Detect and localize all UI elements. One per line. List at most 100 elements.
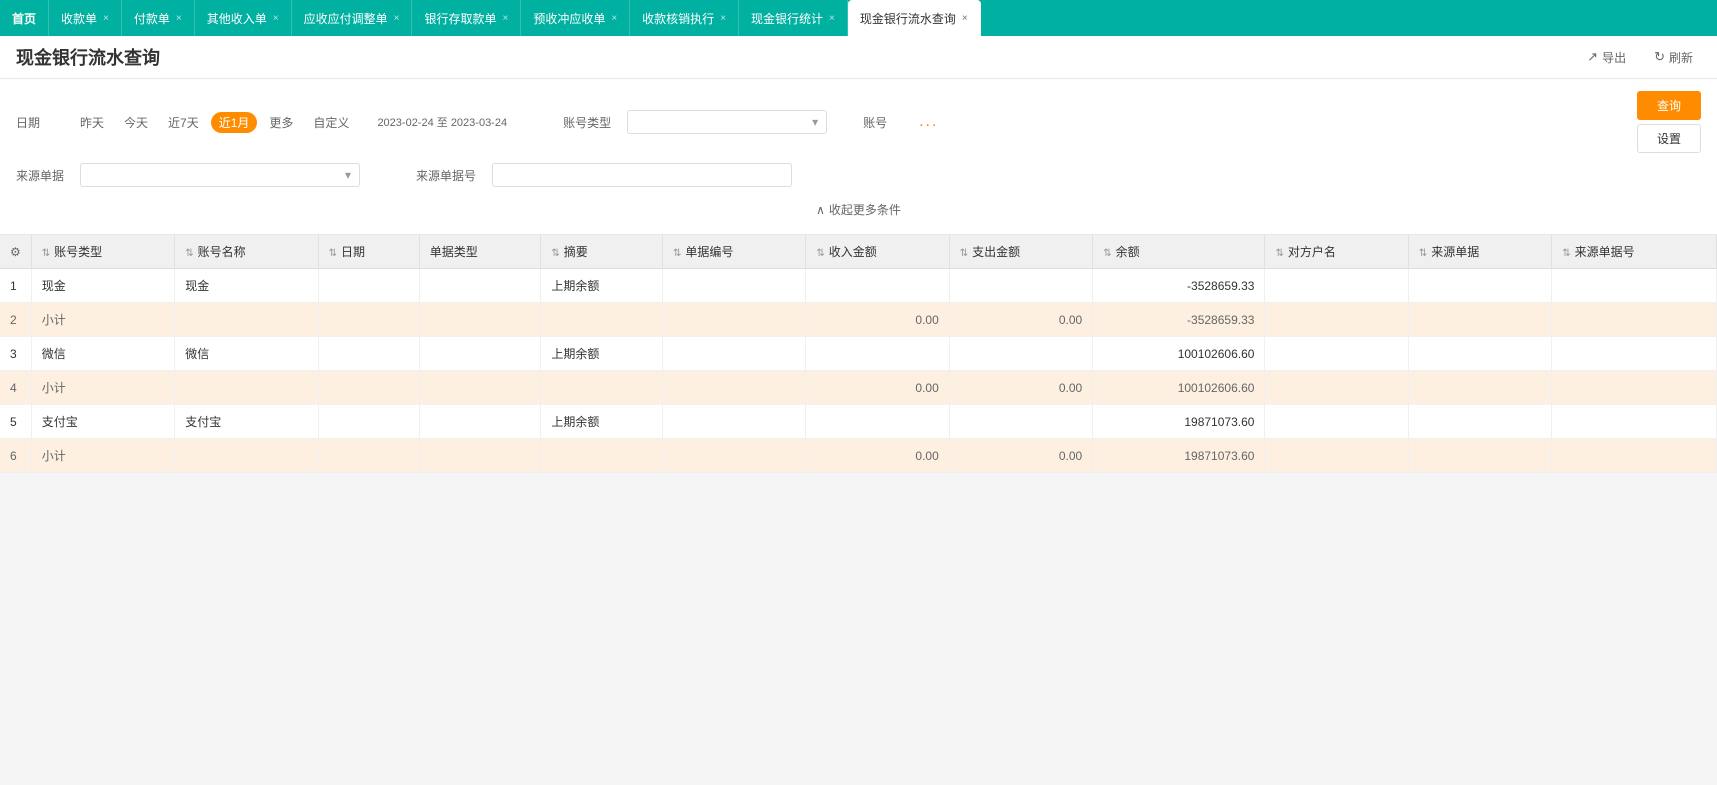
- page-title: 现金银行流水查询: [16, 44, 160, 70]
- cell-doc-no: [662, 405, 805, 439]
- nav-tab-ar-ap-adjust-close[interactable]: ×: [394, 13, 400, 24]
- source-doc-no-label: 来源单据号: [416, 167, 476, 184]
- table-row: 2小计0.000.00-3528659.33: [0, 303, 1717, 337]
- cell-account-type: 微信: [31, 337, 174, 371]
- data-table: ⚙ ⇅账号类型 ⇅账号名称 ⇅日期 单据类型 ⇅摘要 ⇅单据编号: [0, 235, 1717, 473]
- header-actions: ↗ 导出 ↻ 刷新: [1579, 45, 1701, 70]
- nav-tab-ar-ap-adjust[interactable]: 应收应付调整单 ×: [292, 0, 413, 36]
- cell-income: 0.00: [806, 303, 949, 337]
- cell-account-type: 现金: [31, 269, 174, 303]
- cell-balance: -3528659.33: [1093, 269, 1265, 303]
- th-counterparty[interactable]: ⇅对方户名: [1265, 235, 1408, 269]
- cell-source-doc-no: [1552, 337, 1717, 371]
- cell-expense: [949, 337, 1092, 371]
- th-account-name[interactable]: ⇅账号名称: [175, 235, 318, 269]
- nav-tab-cash-flow-label: 现金银行流水查询: [860, 10, 956, 27]
- date-btn-1month[interactable]: 近1月: [211, 112, 258, 133]
- nav-tab-receipt-close[interactable]: ×: [103, 13, 109, 24]
- collapse-bar[interactable]: ∧ 收起更多条件: [16, 197, 1701, 222]
- cell-summary: [541, 303, 663, 337]
- date-btn-more[interactable]: 更多: [261, 112, 301, 133]
- account-dots-button[interactable]: ...: [919, 113, 938, 131]
- nav-tab-prepay-label: 预收冲应收单: [533, 10, 605, 27]
- refresh-icon: ↻: [1654, 49, 1665, 65]
- account-type-select[interactable]: ▾: [627, 110, 827, 134]
- date-btn-custom[interactable]: 自定义: [305, 112, 357, 133]
- th-date[interactable]: ⇅日期: [318, 235, 419, 269]
- nav-tab-other-income-close[interactable]: ×: [273, 13, 279, 24]
- cell-date: [318, 303, 419, 337]
- source-doc-chevron-icon: ▾: [345, 168, 351, 182]
- date-btn-today[interactable]: 今天: [116, 112, 156, 133]
- cell-no: 4: [0, 371, 31, 405]
- th-account-type[interactable]: ⇅账号类型: [31, 235, 174, 269]
- cell-account-name: 微信: [175, 337, 318, 371]
- cell-expense: 0.00: [949, 371, 1092, 405]
- cell-account-name: [175, 303, 318, 337]
- nav-tab-writeoff[interactable]: 收款核销执行 ×: [630, 0, 739, 36]
- nav-tab-other-income[interactable]: 其他收入单 ×: [195, 0, 292, 36]
- settings-button[interactable]: 设置: [1637, 124, 1701, 153]
- cell-income: 0.00: [806, 439, 949, 473]
- export-button[interactable]: ↗ 导出: [1579, 45, 1634, 70]
- nav-tab-cash-flow[interactable]: 现金银行流水查询 ×: [848, 0, 981, 36]
- table-row: 3微信微信上期余额100102606.60: [0, 337, 1717, 371]
- cell-source-doc-no: [1552, 371, 1717, 405]
- nav-tab-prepay[interactable]: 预收冲应收单 ×: [521, 0, 630, 36]
- account-label: 账号: [863, 114, 903, 131]
- cell-balance: -3528659.33: [1093, 303, 1265, 337]
- nav-tab-writeoff-label: 收款核销执行: [642, 10, 714, 27]
- nav-tab-bank-deposit-close[interactable]: ×: [502, 13, 508, 24]
- source-doc-no-input[interactable]: [492, 163, 792, 187]
- cell-expense: [949, 405, 1092, 439]
- cell-income: [806, 269, 949, 303]
- nav-tab-payment[interactable]: 付款单 ×: [122, 0, 195, 36]
- nav-tab-prepay-close[interactable]: ×: [611, 13, 617, 24]
- cell-balance: 100102606.60: [1093, 337, 1265, 371]
- cell-balance: 100102606.60: [1093, 371, 1265, 405]
- cell-income: [806, 405, 949, 439]
- cell-doc-no: [662, 337, 805, 371]
- nav-tab-cash-stats-close[interactable]: ×: [829, 13, 835, 24]
- nav-tab-cash-flow-close[interactable]: ×: [962, 13, 968, 24]
- cell-balance: 19871073.60: [1093, 439, 1265, 473]
- cell-counterparty: [1265, 405, 1408, 439]
- cell-no: 2: [0, 303, 31, 337]
- cell-no: 3: [0, 337, 31, 371]
- th-balance[interactable]: ⇅余额: [1093, 235, 1265, 269]
- nav-tab-writeoff-close[interactable]: ×: [720, 13, 726, 24]
- chevron-down-icon: ▾: [812, 115, 818, 129]
- cell-doc-type: [419, 337, 541, 371]
- date-options: 昨天 今天 近7天 近1月 更多 自定义: [72, 112, 357, 133]
- nav-tab-cash-stats[interactable]: 现金银行统计 ×: [739, 0, 848, 36]
- sort-icon-balance: ⇅: [1103, 248, 1111, 259]
- cell-doc-type: [419, 303, 541, 337]
- date-btn-7days[interactable]: 近7天: [160, 112, 207, 133]
- cell-source-doc: [1408, 337, 1551, 371]
- date-filter-label: 日期: [16, 114, 56, 131]
- th-doc-no[interactable]: ⇅单据编号: [662, 235, 805, 269]
- column-settings-icon[interactable]: ⚙: [10, 245, 21, 259]
- refresh-button[interactable]: ↻ 刷新: [1646, 45, 1701, 70]
- nav-tab-bank-deposit[interactable]: 银行存取款单 ×: [412, 0, 521, 36]
- nav-tab-receipt[interactable]: 收款单 ×: [49, 0, 122, 36]
- th-source-doc-no[interactable]: ⇅来源单据号: [1552, 235, 1717, 269]
- cell-account-name: 支付宝: [175, 405, 318, 439]
- nav-tab-home[interactable]: 首页: [0, 0, 49, 36]
- query-button[interactable]: 查询: [1637, 91, 1701, 120]
- nav-tab-payment-close[interactable]: ×: [176, 13, 182, 24]
- th-summary[interactable]: ⇅摘要: [541, 235, 663, 269]
- sort-icon-doc-no: ⇅: [673, 248, 681, 259]
- sort-icon-counterparty: ⇅: [1275, 248, 1283, 259]
- date-btn-yesterday[interactable]: 昨天: [72, 112, 112, 133]
- th-doc-type[interactable]: 单据类型: [419, 235, 541, 269]
- cell-source-doc-no: [1552, 269, 1717, 303]
- export-label: 导出: [1602, 49, 1626, 66]
- th-expense[interactable]: ⇅支出金额: [949, 235, 1092, 269]
- cell-expense: 0.00: [949, 303, 1092, 337]
- th-source-doc[interactable]: ⇅来源单据: [1408, 235, 1551, 269]
- source-doc-select[interactable]: ▾: [80, 163, 360, 187]
- sort-icon-summary: ⇅: [551, 248, 559, 259]
- cell-doc-no: [662, 439, 805, 473]
- th-income[interactable]: ⇅收入金额: [806, 235, 949, 269]
